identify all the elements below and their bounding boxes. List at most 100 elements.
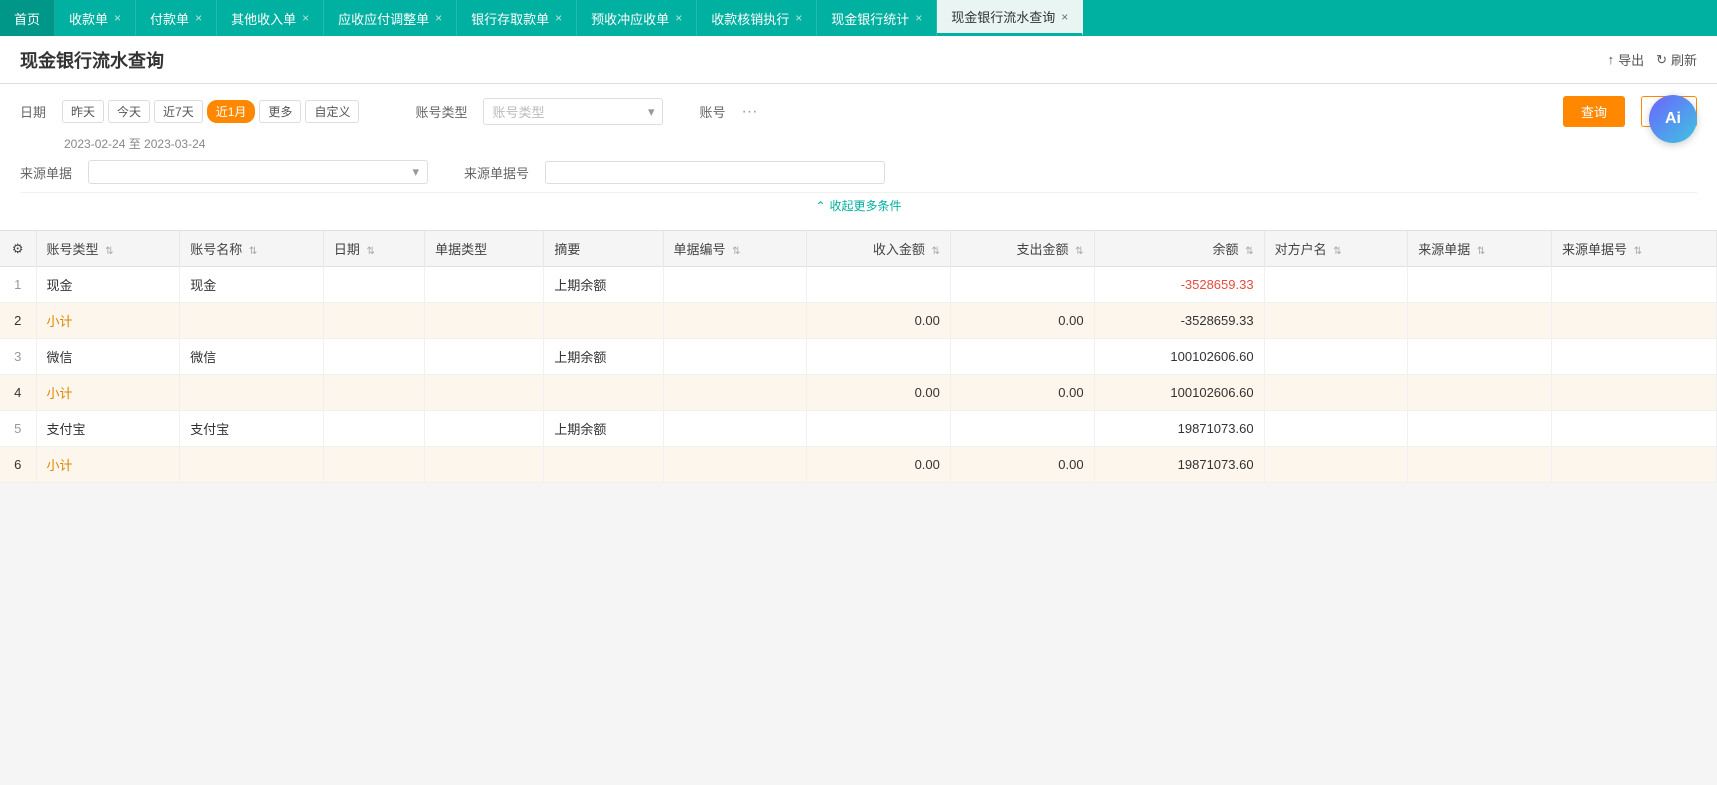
cell-index: 5 <box>0 411 36 447</box>
header-actions: ↑ 导出 ↻ 刷新 <box>1608 50 1697 69</box>
filter-area: 日期 昨天 今天 近7天 近1月 更多 自定义 账号类型 账号类型 ▾ 账号 ·… <box>0 84 1717 231</box>
nav-stats-label: 现金银行统计 <box>831 9 909 28</box>
nav-item-home[interactable]: 首页 <box>0 0 55 36</box>
th-source-doc-no[interactable]: 来源单据号 ⇅ <box>1551 231 1716 267</box>
cell-source-doc-no <box>1551 303 1716 339</box>
cell-index: 6 <box>0 447 36 483</box>
cell-income: 0.00 <box>807 375 951 411</box>
nav-close-adjust[interactable]: × <box>435 11 442 25</box>
cell-index: 2 <box>0 303 36 339</box>
nav-close-payment[interactable]: × <box>195 11 202 25</box>
sort-source-doc-no-icon: ⇅ <box>1634 246 1642 257</box>
table-row[interactable]: 6 小计 0.00 0.00 19871073.60 <box>0 447 1717 483</box>
cell-source-doc-no <box>1551 447 1716 483</box>
nav-close-flow-query[interactable]: × <box>1061 10 1068 24</box>
export-button[interactable]: ↑ 导出 <box>1608 50 1645 69</box>
th-gear[interactable]: ⚙ <box>0 231 36 267</box>
source-doc-num-input[interactable] <box>545 161 885 184</box>
nav-item-flow-query[interactable]: 现金银行流水查询 × <box>937 0 1083 36</box>
th-date[interactable]: 日期 ⇅ <box>323 231 424 267</box>
sort-balance-icon: ⇅ <box>1245 246 1253 257</box>
th-source-doc[interactable]: 来源单据 ⇅ <box>1408 231 1552 267</box>
top-nav: 首页 收款单 × 付款单 × 其他收入单 × 应收应付调整单 × 银行存取款单 … <box>0 0 1717 36</box>
cell-index: 3 <box>0 339 36 375</box>
table-area: ⚙ 账号类型 ⇅ 账号名称 ⇅ 日期 ⇅ 单据类型 摘要 <box>0 231 1717 483</box>
cell-account-type: 小计 <box>36 447 180 483</box>
table-row[interactable]: 5 支付宝 支付宝 上期余额 19871073.60 <box>0 411 1717 447</box>
cell-expense: 0.00 <box>950 375 1094 411</box>
nav-receipt-label: 收款单 <box>69 9 108 28</box>
nav-close-other-income[interactable]: × <box>302 11 309 25</box>
nav-item-receipt[interactable]: 收款单 × <box>55 0 136 36</box>
account-type-select[interactable]: 账号类型 ▾ <box>483 98 663 125</box>
nav-item-adjust[interactable]: 应收应付调整单 × <box>324 0 457 36</box>
source-doc-select[interactable]: ▾ <box>88 160 428 184</box>
date-btn-yesterday[interactable]: 昨天 <box>62 100 104 123</box>
cell-summary: 上期余额 <box>544 411 663 447</box>
collapse-bar[interactable]: ⌃ 收起更多条件 <box>20 192 1697 218</box>
date-btn-custom[interactable]: 自定义 <box>305 100 359 123</box>
nav-item-stats[interactable]: 现金银行统计 × <box>817 0 937 36</box>
th-summary[interactable]: 摘要 <box>544 231 663 267</box>
date-btn-today[interactable]: 今天 <box>108 100 150 123</box>
cell-source-doc-no <box>1551 375 1716 411</box>
nav-item-bank-deposit[interactable]: 银行存取款单 × <box>457 0 577 36</box>
th-doc-no[interactable]: 单据编号 ⇅ <box>663 231 807 267</box>
date-btn-more[interactable]: 更多 <box>259 100 301 123</box>
source-doc-label: 来源单据 <box>20 163 72 182</box>
cell-expense: 0.00 <box>950 303 1094 339</box>
cell-summary <box>544 303 663 339</box>
nav-home-label: 首页 <box>14 9 40 28</box>
refresh-button[interactable]: ↻ 刷新 <box>1656 50 1697 69</box>
cell-doc-no <box>663 339 807 375</box>
cell-account-name <box>180 447 324 483</box>
cell-source-doc-no <box>1551 411 1716 447</box>
query-button[interactable]: 查询 <box>1563 96 1625 127</box>
nav-close-stats[interactable]: × <box>915 11 922 25</box>
table-row[interactable]: 1 现金 现金 上期余额 -3528659.33 <box>0 267 1717 303</box>
th-income-label: 收入金额 <box>873 242 925 257</box>
nav-verify-label: 收款核销执行 <box>711 9 789 28</box>
ai-badge[interactable]: Ai <box>1649 95 1697 143</box>
table-row[interactable]: 4 小计 0.00 0.00 100102606.60 <box>0 375 1717 411</box>
th-balance[interactable]: 余额 ⇅ <box>1094 231 1264 267</box>
cell-date <box>323 303 424 339</box>
th-doc-type[interactable]: 单据类型 <box>425 231 544 267</box>
th-account-name[interactable]: 账号名称 ⇅ <box>180 231 324 267</box>
nav-close-bank-deposit[interactable]: × <box>555 11 562 25</box>
cell-date <box>323 339 424 375</box>
page-header: 现金银行流水查询 ↑ 导出 ↻ 刷新 <box>0 36 1717 84</box>
cell-doc-no <box>663 411 807 447</box>
nav-item-other-income[interactable]: 其他收入单 × <box>217 0 324 36</box>
cell-doc-no <box>663 375 807 411</box>
cell-income <box>807 267 951 303</box>
nav-item-payment[interactable]: 付款单 × <box>136 0 217 36</box>
table-row[interactable]: 3 微信 微信 上期余额 100102606.60 <box>0 339 1717 375</box>
sort-income-icon: ⇅ <box>931 246 939 257</box>
cell-summary: 上期余额 <box>544 339 663 375</box>
cell-income: 0.00 <box>807 447 951 483</box>
th-income[interactable]: 收入金额 ⇅ <box>807 231 951 267</box>
cell-balance: 100102606.60 <box>1094 375 1264 411</box>
nav-close-receipt[interactable]: × <box>114 11 121 25</box>
cell-doc-type <box>425 267 544 303</box>
nav-item-pre-receipt[interactable]: 预收冲应收单 × <box>577 0 697 36</box>
cell-income <box>807 411 951 447</box>
th-expense[interactable]: 支出金额 ⇅ <box>950 231 1094 267</box>
th-counterpart[interactable]: 对方户名 ⇅ <box>1264 231 1408 267</box>
cell-doc-type <box>425 375 544 411</box>
account-dots[interactable]: ··· <box>741 103 757 121</box>
nav-item-verify[interactable]: 收款核销执行 × <box>697 0 817 36</box>
th-expense-label: 支出金额 <box>1017 242 1069 257</box>
nav-close-verify[interactable]: × <box>795 11 802 25</box>
date-btn-1month[interactable]: 近1月 <box>207 100 256 123</box>
cell-account-name <box>180 375 324 411</box>
table-row[interactable]: 2 小计 0.00 0.00 -3528659.33 <box>0 303 1717 339</box>
nav-close-pre-receipt[interactable]: × <box>675 11 682 25</box>
date-btn-7days[interactable]: 近7天 <box>154 100 203 123</box>
cell-doc-no <box>663 447 807 483</box>
account-label: 账号 <box>699 102 725 121</box>
th-account-type[interactable]: 账号类型 ⇅ <box>36 231 180 267</box>
account-type-dropdown-icon: ▾ <box>648 104 655 120</box>
collapse-icon: ⌃ <box>815 199 825 213</box>
